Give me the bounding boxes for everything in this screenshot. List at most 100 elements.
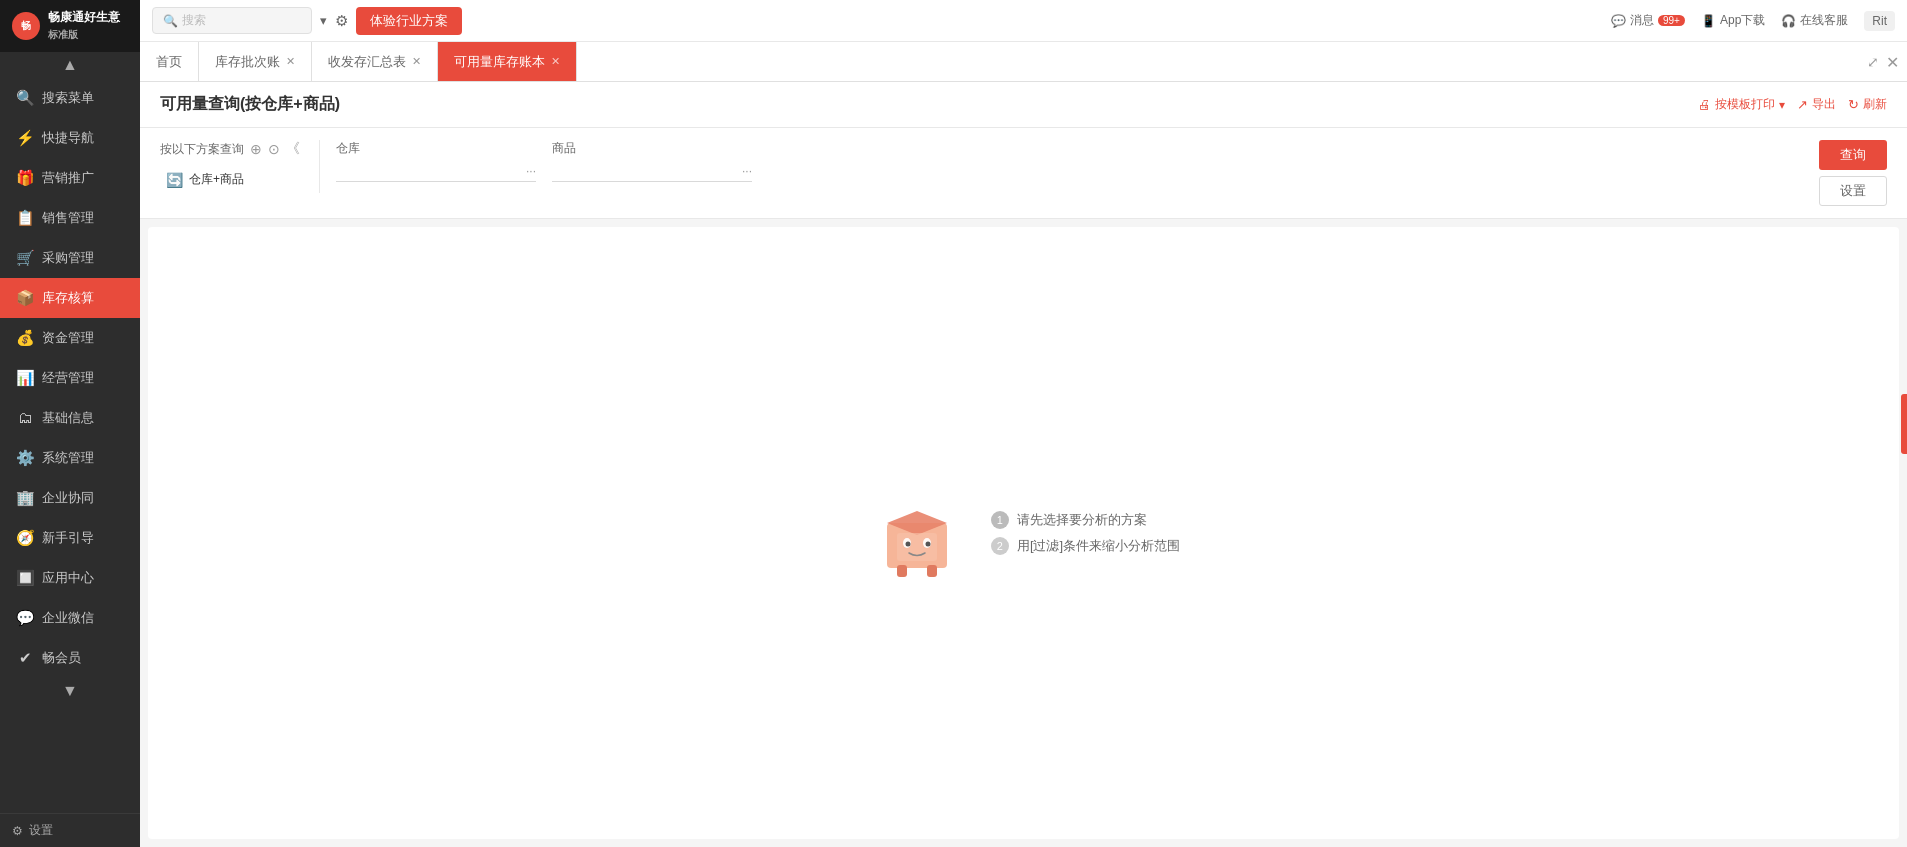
refresh-label: 刷新 (1863, 96, 1887, 113)
tab-batch-account[interactable]: 库存批次账 ✕ (199, 42, 312, 81)
message-badge: 99+ (1658, 15, 1685, 26)
gear-settings-button[interactable]: ⚙ (335, 12, 348, 30)
goods-input[interactable] (552, 164, 738, 178)
marketing-nav-icon: 🎁 (16, 169, 34, 187)
empty-content: 1 请先选择要分析的方案 2 用[过滤]条件来缩小分析范围 (867, 483, 1180, 583)
svg-point-6 (925, 542, 930, 547)
tab-home-label: 首页 (156, 53, 182, 71)
sidebar-item-basic[interactable]: 🗂 基础信息 (0, 398, 140, 438)
warehouse-input[interactable] (336, 164, 522, 178)
sidebar-item-enterprise[interactable]: 🏢 企业协同 (0, 478, 140, 518)
wechat-nav-icon: 💬 (16, 609, 34, 627)
empty-illustration (867, 483, 967, 583)
main-area: 🔍 搜索 ▾ ⚙ 体验行业方案 💬 消息 99+ 📱 App下载 🎧 在线客服 (140, 0, 1907, 847)
message-item[interactable]: 💬 消息 99+ (1611, 12, 1685, 29)
sidebar-item-newbie[interactable]: 🧭 新手引导 (0, 518, 140, 558)
tab-batch-close-icon[interactable]: ✕ (286, 55, 295, 68)
setting-button[interactable]: 设置 (1819, 176, 1887, 206)
sidebar-label-sales: 销售管理 (42, 209, 94, 227)
search-box[interactable]: 🔍 搜索 (152, 7, 312, 34)
member-nav-icon: ✔ (16, 649, 34, 667)
tab-batch-account-label: 库存批次账 (215, 53, 280, 71)
purchase-nav-icon: 🛒 (16, 249, 34, 267)
sidebar-item-purchase[interactable]: 🛒 采购管理 (0, 238, 140, 278)
tab-available-close-icon[interactable]: ✕ (551, 55, 560, 68)
sidebar-label-basic: 基础信息 (42, 409, 94, 427)
sidebar-item-sales[interactable]: 📋 销售管理 (0, 198, 140, 238)
tab-available-ledger-label: 可用量库存账本 (454, 53, 545, 71)
sidebar-label-marketing: 营销推广 (42, 169, 94, 187)
chevron-down-button[interactable]: ▾ (320, 13, 327, 28)
collapse-scheme-icon[interactable]: 《 (286, 140, 300, 158)
online-service-label: 在线客服 (1800, 12, 1848, 29)
sidebar-label-inventory: 库存核算 (42, 289, 94, 307)
filter-actions: 查询 设置 (1819, 140, 1887, 206)
sales-nav-icon: 📋 (16, 209, 34, 227)
print-dropdown-icon[interactable]: ▾ (1779, 98, 1785, 112)
sidebar-item-inventory[interactable]: 📦 库存核算 (0, 278, 140, 318)
query-button[interactable]: 查询 (1819, 140, 1887, 170)
user-avatar[interactable]: Rit (1864, 11, 1895, 31)
filter-field-warehouse: 仓库 ··· (336, 140, 536, 182)
phone-icon: 📱 (1701, 14, 1716, 28)
sidebar-item-search[interactable]: 🔍 搜索菜单 (0, 78, 140, 118)
goods-field-input: ··· (552, 161, 752, 182)
sidebar-label-system: 系统管理 (42, 449, 94, 467)
sidebar-item-finance[interactable]: 💰 资金管理 (0, 318, 140, 358)
filter-area: 按以下方案查询 ⊕ ⊙ 《 🔄 仓库+商品 仓库 ··· (140, 128, 1907, 219)
tab-receipt-close-icon[interactable]: ✕ (412, 55, 421, 68)
warehouse-field-label: 仓库 (336, 140, 536, 157)
newbie-nav-icon: 🧭 (16, 529, 34, 547)
export-button[interactable]: ↗ 导出 (1797, 96, 1836, 113)
warehouse-field-input: ··· (336, 161, 536, 182)
apps-nav-icon: 🔲 (16, 569, 34, 587)
content-area: 可用量查询(按仓库+商品) 🖨 按模板打印 ▾ ↗ 导出 ↻ 刷新 (140, 82, 1907, 847)
empty-state: 1 请先选择要分析的方案 2 用[过滤]条件来缩小分析范围 (148, 227, 1899, 839)
system-nav-icon: ⚙️ (16, 449, 34, 467)
filter-scheme-header: 按以下方案查询 ⊕ ⊙ 《 (160, 140, 307, 158)
print-button[interactable]: 🖨 按模板打印 ▾ (1698, 96, 1785, 113)
sidebar-label-purchase: 采购管理 (42, 249, 94, 267)
goods-more-button[interactable]: ··· (742, 164, 752, 178)
inventory-nav-icon: 📦 (16, 289, 34, 307)
sidebar-label-finance: 资金管理 (42, 329, 94, 347)
top-bar-left: 🔍 搜索 ▾ ⚙ 体验行业方案 (152, 7, 1603, 35)
app-edition: 标准版 (48, 28, 120, 42)
app-title: 畅康通好生意 (48, 10, 120, 26)
headset-icon: 🎧 (1781, 14, 1796, 28)
tab-home[interactable]: 首页 (140, 42, 199, 81)
empty-step2: 2 用[过滤]条件来缩小分析范围 (991, 537, 1180, 555)
add-scheme-icon[interactable]: ⊕ (250, 141, 262, 157)
sidebar-item-apps[interactable]: 🔲 应用中心 (0, 558, 140, 598)
scroll-down-button[interactable]: ▼ (0, 678, 140, 704)
step1-circle: 1 (991, 511, 1009, 529)
goods-field-label: 商品 (552, 140, 752, 157)
sidebar-item-marketing[interactable]: 🎁 营销推广 (0, 158, 140, 198)
app-download-item[interactable]: 📱 App下载 (1701, 12, 1765, 29)
sidebar-item-shortcut[interactable]: ⚡ 快捷导航 (0, 118, 140, 158)
tab-expand-button[interactable]: ⤢ (1867, 54, 1879, 70)
setting-scheme-icon[interactable]: ⊙ (268, 141, 280, 157)
tab-close-main-button[interactable]: ✕ (1886, 52, 1899, 71)
svg-point-5 (905, 542, 910, 547)
warehouse-more-button[interactable]: ··· (526, 164, 536, 178)
sidebar-item-member[interactable]: ✔ 畅会员 (0, 638, 140, 678)
page-header-actions: 🖨 按模板打印 ▾ ↗ 导出 ↻ 刷新 (1698, 96, 1887, 113)
scheme-item-warehouse-goods[interactable]: 🔄 仓库+商品 (160, 166, 307, 193)
tab-receipt-summary-label: 收发存汇总表 (328, 53, 406, 71)
tab-available-ledger[interactable]: 可用量库存账本 ✕ (438, 42, 577, 81)
refresh-button[interactable]: ↻ 刷新 (1848, 96, 1887, 113)
sidebar-item-system[interactable]: ⚙️ 系统管理 (0, 438, 140, 478)
empty-text: 1 请先选择要分析的方案 2 用[过滤]条件来缩小分析范围 (991, 511, 1180, 555)
scroll-up-button[interactable]: ▲ (0, 52, 140, 78)
industry-solution-button[interactable]: 体验行业方案 (356, 7, 462, 35)
online-service-item[interactable]: 🎧 在线客服 (1781, 12, 1848, 29)
search-nav-icon: 🔍 (16, 89, 34, 107)
sidebar-item-wechat[interactable]: 💬 企业微信 (0, 598, 140, 638)
page-title: 可用量查询(按仓库+商品) (160, 94, 340, 115)
tab-receipt-summary[interactable]: 收发存汇总表 ✕ (312, 42, 438, 81)
empty-step1: 1 请先选择要分析的方案 (991, 511, 1180, 529)
export-label: 导出 (1812, 96, 1836, 113)
sidebar-item-operation[interactable]: 📊 经营管理 (0, 358, 140, 398)
print-label: 按模板打印 (1715, 96, 1775, 113)
